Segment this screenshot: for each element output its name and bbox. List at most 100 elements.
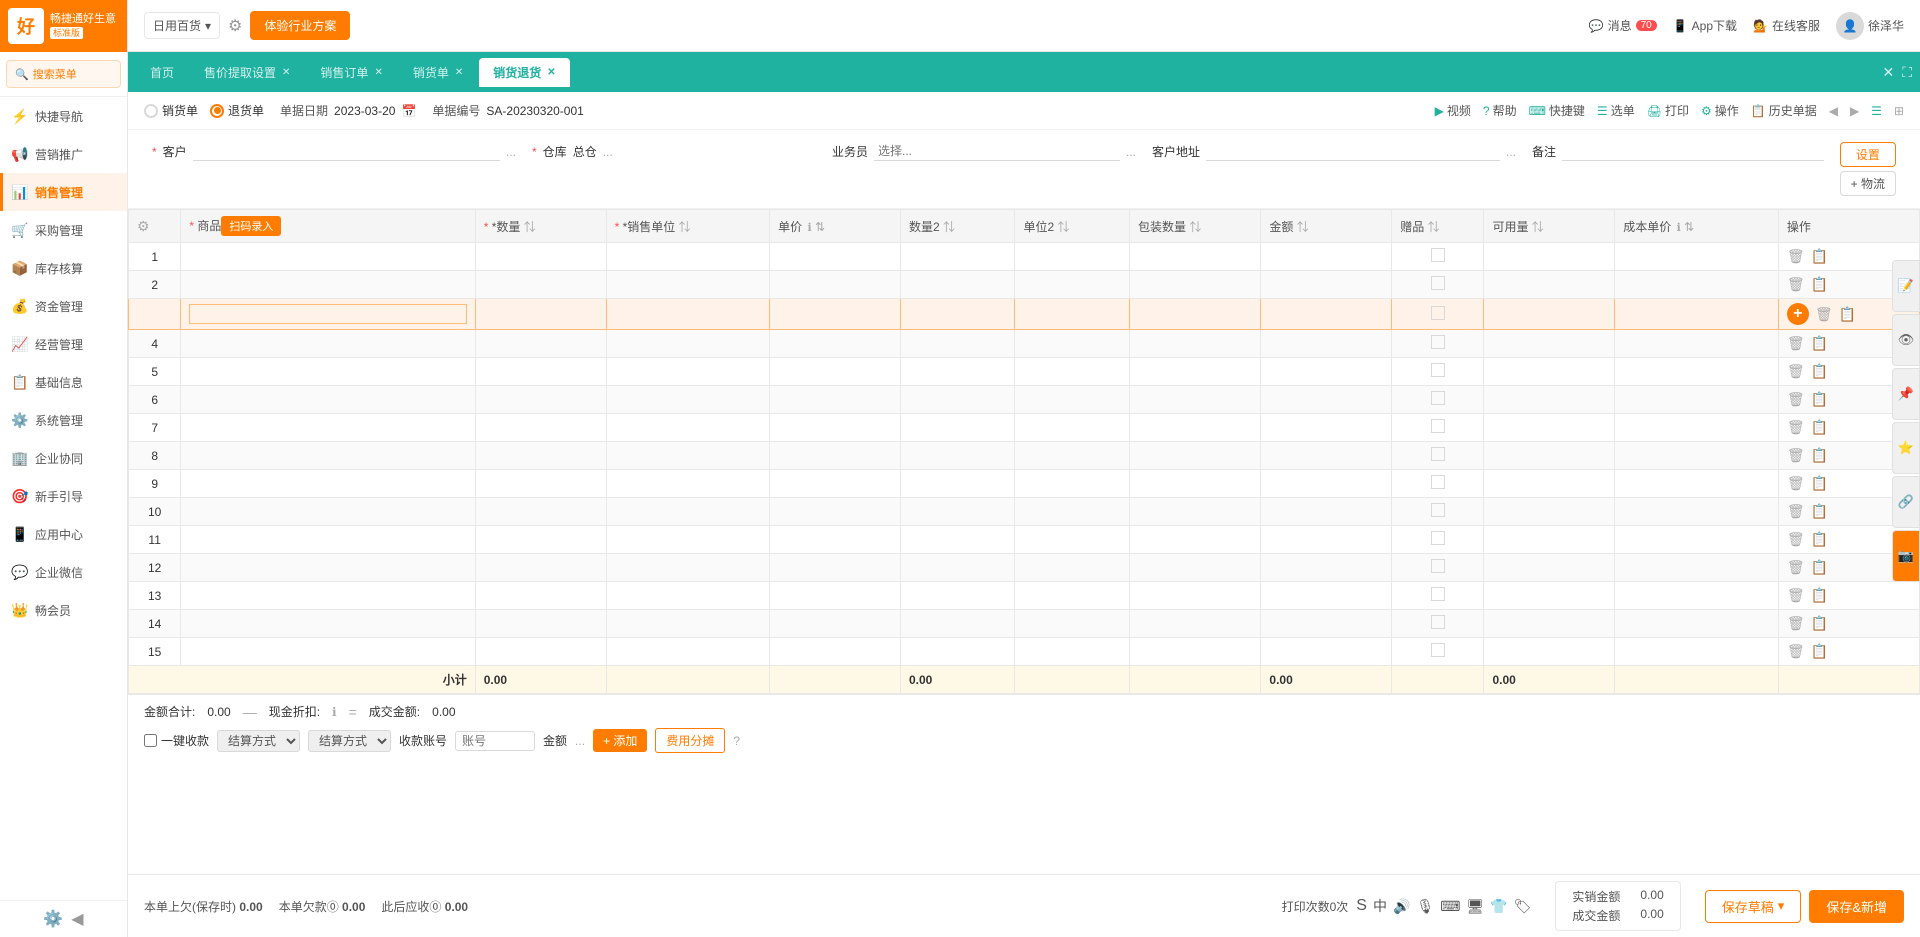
row-unit-14[interactable] xyxy=(606,610,770,638)
row-gift-8[interactable] xyxy=(1392,442,1484,470)
row-product-3[interactable] xyxy=(181,299,475,330)
right-btn-6-active[interactable]: 📷 xyxy=(1892,530,1920,582)
sidebar-item-wechat[interactable]: 💬 企业微信 xyxy=(0,553,127,591)
tab-sales[interactable]: 销货单 ✕ xyxy=(399,58,477,87)
row-gift-2[interactable] xyxy=(1392,271,1484,299)
copy-row-icon-1[interactable]: 📋 xyxy=(1811,248,1828,265)
row-gift-4[interactable] xyxy=(1392,330,1484,358)
row-gift-3[interactable] xyxy=(1392,299,1484,330)
sidebar-item-finance[interactable]: 💰 资金管理 xyxy=(0,287,127,325)
one-click-payment-checkbox[interactable]: 一键收款 xyxy=(144,732,209,749)
note-input[interactable] xyxy=(1562,142,1824,161)
th-qty-sort[interactable]: ⇅ xyxy=(524,220,536,234)
online-service-button[interactable]: 💁 在线客服 xyxy=(1753,17,1820,34)
row-gift-14[interactable] xyxy=(1392,610,1484,638)
sidebar-item-member[interactable]: 👑 畅会员 xyxy=(0,591,127,629)
row-price-2[interactable] xyxy=(770,271,901,299)
tab-sales-order-close-icon[interactable]: ✕ xyxy=(374,67,382,78)
row-cost-10[interactable] xyxy=(1615,498,1779,526)
save-new-button[interactable]: 保存&新增 xyxy=(1809,890,1904,923)
row-pkgqty-7[interactable] xyxy=(1129,414,1260,442)
delete-row-icon-9[interactable]: 🗑 xyxy=(1787,475,1805,492)
row-product-4[interactable] xyxy=(181,330,475,358)
row-available-15[interactable] xyxy=(1484,638,1615,666)
row-qty-7[interactable] xyxy=(475,414,606,442)
row-price-1[interactable] xyxy=(770,243,901,271)
view-list-icon[interactable]: ☰ xyxy=(1871,104,1882,118)
row-pkgqty-2[interactable] xyxy=(1129,271,1260,299)
view-grid-icon[interactable]: ⊞ xyxy=(1894,104,1904,118)
row-price-13[interactable] xyxy=(770,582,901,610)
sidebar-item-enterprise[interactable]: 🏢 企业协同 xyxy=(0,439,127,477)
tab-home[interactable]: 首页 xyxy=(136,58,188,87)
radio-return[interactable]: 退货单 xyxy=(210,102,264,119)
expense-info-icon[interactable]: ? xyxy=(733,734,740,748)
row-qty2-1[interactable] xyxy=(901,243,1015,271)
row-pkgqty-12[interactable] xyxy=(1129,554,1260,582)
calendar-icon[interactable]: 📅 xyxy=(401,104,416,118)
th-price-info-icon[interactable]: ℹ xyxy=(808,222,812,234)
row-unit2-2[interactable] xyxy=(1015,271,1129,299)
row-unit2-3[interactable] xyxy=(1015,299,1129,330)
th-price-sort[interactable]: ⇅ xyxy=(815,220,825,234)
row-qty2-8[interactable] xyxy=(901,442,1015,470)
gift-checkbox-7[interactable] xyxy=(1431,419,1445,433)
row-amount-12[interactable] xyxy=(1261,554,1392,582)
row-qty2-6[interactable] xyxy=(901,386,1015,414)
industry-dropdown[interactable]: 日用百货 ▾ xyxy=(144,12,220,39)
video-btn[interactable]: ▶ 视频 xyxy=(1435,102,1471,119)
notice-button[interactable]: 💬 消息 70 xyxy=(1589,17,1657,34)
account-input[interactable] xyxy=(455,731,535,751)
gift-checkbox-12[interactable] xyxy=(1431,559,1445,573)
row-unit-12[interactable] xyxy=(606,554,770,582)
row-amount-1[interactable] xyxy=(1261,243,1392,271)
gift-checkbox-1[interactable] xyxy=(1431,248,1445,262)
row-qty-11[interactable] xyxy=(475,526,606,554)
row-unit2-6[interactable] xyxy=(1015,386,1129,414)
copy-row-icon-11[interactable]: 📋 xyxy=(1811,531,1828,548)
row-product-8[interactable] xyxy=(181,442,475,470)
row-gift-5[interactable] xyxy=(1392,358,1484,386)
delete-row-icon-4[interactable]: 🗑 xyxy=(1787,335,1805,352)
copy-row-icon-6[interactable]: 📋 xyxy=(1811,391,1828,408)
customer-input[interactable] xyxy=(193,142,500,161)
sidebar-item-newbie[interactable]: 🎯 新手引导 xyxy=(0,477,127,515)
row-unit-6[interactable] xyxy=(606,386,770,414)
gift-checkbox-3[interactable] xyxy=(1431,306,1445,320)
copy-row-icon-12[interactable]: 📋 xyxy=(1811,559,1828,576)
row-price-10[interactable] xyxy=(770,498,901,526)
user-profile[interactable]: 👤 徐泽华 xyxy=(1836,12,1904,40)
row-unit-15[interactable] xyxy=(606,638,770,666)
expense-split-button[interactable]: 费用分摊 xyxy=(655,728,725,753)
row-pkgqty-10[interactable] xyxy=(1129,498,1260,526)
settings-button[interactable]: 设置 xyxy=(1840,142,1896,167)
row-unit2-7[interactable] xyxy=(1015,414,1129,442)
row-qty2-4[interactable] xyxy=(901,330,1015,358)
row-unit-5[interactable] xyxy=(606,358,770,386)
row-amount-3[interactable] xyxy=(1261,299,1392,330)
row-product-9[interactable] xyxy=(181,470,475,498)
row-qty-10[interactable] xyxy=(475,498,606,526)
delete-row-icon-5[interactable]: 🗑 xyxy=(1787,363,1805,380)
row-product-14[interactable] xyxy=(181,610,475,638)
row-cost-14[interactable] xyxy=(1615,610,1779,638)
row-available-3[interactable] xyxy=(1484,299,1615,330)
row-pkgqty-6[interactable] xyxy=(1129,386,1260,414)
row-available-1[interactable] xyxy=(1484,243,1615,271)
row-gift-9[interactable] xyxy=(1392,470,1484,498)
customer-dots-icon[interactable]: ... xyxy=(506,145,516,159)
address-dots-icon[interactable]: ... xyxy=(1506,145,1516,159)
delete-row-icon-10[interactable]: 🗑 xyxy=(1787,503,1805,520)
row-price-8[interactable] xyxy=(770,442,901,470)
nav-prev-icon[interactable]: ◀ xyxy=(1829,104,1838,118)
row-product-12[interactable] xyxy=(181,554,475,582)
one-click-checkbox[interactable] xyxy=(144,734,157,747)
row-available-6[interactable] xyxy=(1484,386,1615,414)
row-cost-15[interactable] xyxy=(1615,638,1779,666)
row-unit-3[interactable] xyxy=(606,299,770,330)
row-qty2-15[interactable] xyxy=(901,638,1015,666)
row-gift-7[interactable] xyxy=(1392,414,1484,442)
row-qty-4[interactable] xyxy=(475,330,606,358)
row-amount-11[interactable] xyxy=(1261,526,1392,554)
row-qty-5[interactable] xyxy=(475,358,606,386)
